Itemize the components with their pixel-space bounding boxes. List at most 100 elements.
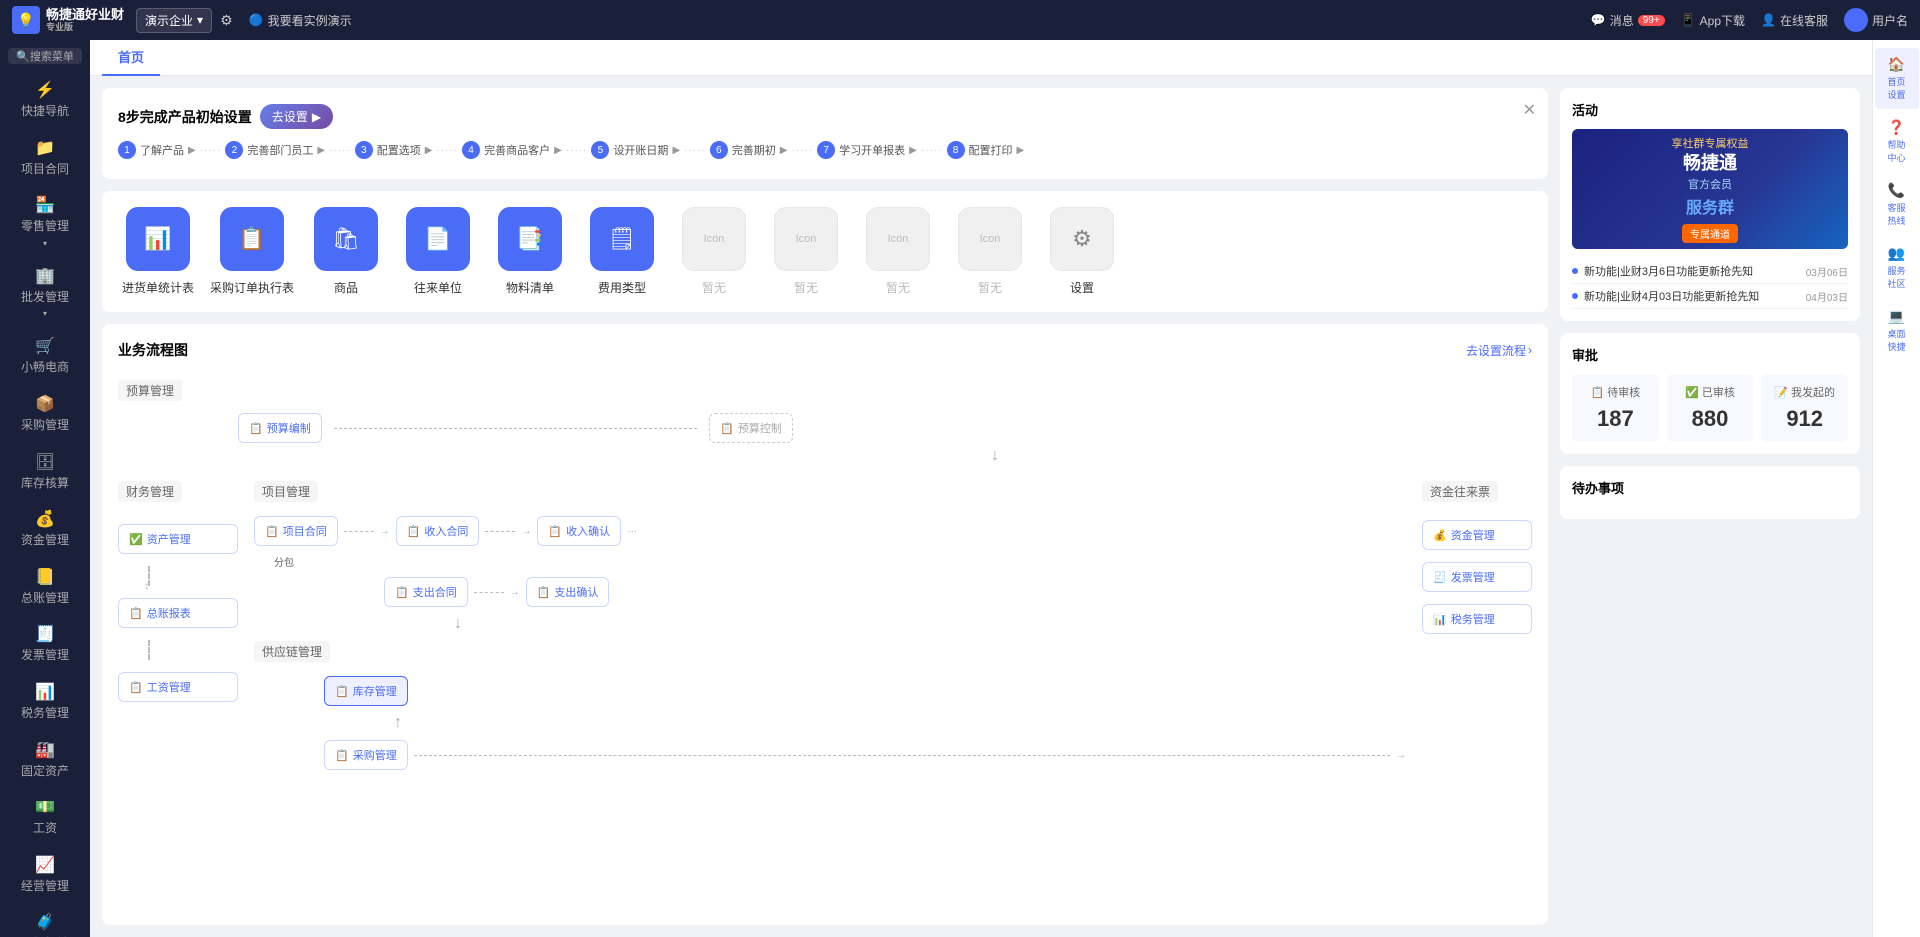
sidebar-item-purchase[interactable]: 📦 采购管理 <box>6 386 84 442</box>
user-avatar[interactable]: 用户名 <box>1844 8 1908 32</box>
project-contract-node[interactable]: 📋 项目合同 <box>254 516 338 546</box>
expense-confirm-node[interactable]: 📋 支出确认 <box>526 577 610 607</box>
app-download-button[interactable]: 📱 App下载 <box>1681 12 1745 29</box>
ledger-report-node[interactable]: 📋 总账报表 <box>118 598 238 628</box>
setup-go-button[interactable]: 去设置 ▶ <box>260 104 333 129</box>
settings-icon[interactable]: ⚙ <box>220 12 233 29</box>
setup-step-1[interactable]: 1 了解产品 ▶ <box>118 141 196 159</box>
play-icon: ▶ <box>425 145 433 156</box>
sidebar-item-payroll[interactable]: 💵 工资 <box>6 789 84 845</box>
sidebar-item-expense[interactable]: 🧳 小畅报销 <box>6 904 84 937</box>
income-contract-node[interactable]: 📋 收入合同 <box>396 516 480 546</box>
icon-settings[interactable]: ⚙ 设置 <box>1042 207 1122 296</box>
company-selector[interactable]: 演示企业 ▾ <box>136 8 212 33</box>
step-num: 4 <box>462 141 480 159</box>
purchase-row: 📋 采购管理 → <box>254 740 1406 770</box>
budget-control-node[interactable]: 📋 预算控制 <box>709 413 793 443</box>
step-num: 2 <box>225 141 243 159</box>
icon-purchase-order[interactable]: 📋 采购订单执行表 <box>210 207 294 296</box>
setup-step-6[interactable]: 6 完善期初 ▶ <box>710 141 788 159</box>
icon-label: 费用类型 <box>598 279 646 296</box>
step-label: 完善期初 <box>732 142 776 158</box>
search-menu[interactable]: 🔍 搜索菜单 <box>8 48 82 64</box>
payroll-mgmt-node[interactable]: 📋 工资管理 <box>118 672 238 702</box>
setup-step-3[interactable]: 3 配置选项 ▶ <box>355 141 433 159</box>
play-icon: ▶ <box>909 145 917 156</box>
icon-label: 物料清单 <box>506 279 554 296</box>
income-confirm-node[interactable]: 📋 收入确认 <box>537 516 621 546</box>
flow-section-title: 业务流程图 <box>118 340 188 360</box>
news-date: 03月06日 <box>1806 264 1848 279</box>
mini-item-community[interactable]: 👥 服务社区 <box>1875 237 1919 298</box>
sidebar-item-retail[interactable]: 🏪 零售管理 ▾ <box>6 187 84 256</box>
icon-box: Icon <box>682 207 746 271</box>
inventory-row: 📋 库存管理 <box>254 676 1406 706</box>
icon-empty-3[interactable]: Icon 暂无 <box>858 207 938 296</box>
node-label: 预算编制 <box>267 420 311 436</box>
sidebar-item-wholesale[interactable]: 🏢 批发管理 ▾ <box>6 258 84 327</box>
sub-label: 分包 <box>254 554 1406 569</box>
approval-pending[interactable]: 📋 待审核 187 <box>1572 374 1659 442</box>
approval-done[interactable]: ✅ 已审核 880 <box>1667 374 1754 442</box>
node-label: 税务管理 <box>1451 611 1495 627</box>
icon-label: 采购订单执行表 <box>210 279 294 296</box>
approval-title: 审批 <box>1572 345 1848 364</box>
purchase-mgmt-node[interactable]: 📋 采购管理 <box>324 740 408 770</box>
expense-contract-node[interactable]: 📋 支出合同 <box>384 577 468 607</box>
icon-box: 📋 <box>220 207 284 271</box>
setup-step-2[interactable]: 2 完善部门员工 ▶ <box>225 141 325 159</box>
message-button[interactable]: 💬 消息 99+ <box>1591 12 1665 29</box>
sidebar-item-ecommerce[interactable]: 🛒 小畅电商 <box>6 328 84 384</box>
tax-mgmt-node[interactable]: 📊 税务管理 <box>1422 604 1532 634</box>
setup-banner: 8步完成产品初始设置 去设置 ▶ ✕ 1 了解产品 ▶ <box>102 88 1548 179</box>
mini-item-help[interactable]: ❓ 帮助中心 <box>1875 111 1919 172</box>
sidebar-item-invoice[interactable]: 🧾 发票管理 <box>6 616 84 672</box>
mini-item-hotline[interactable]: 📞 客服热线 <box>1875 174 1919 235</box>
icon-stock-report[interactable]: 📊 进货单统计表 <box>118 207 198 296</box>
help-icon: ❓ <box>1888 119 1905 136</box>
sidebar-item-finance[interactable]: 💰 资金管理 <box>6 501 84 557</box>
sidebar-item-quick-nav[interactable]: ⚡ 快捷导航 <box>6 72 84 128</box>
dashed-line-long <box>414 755 1390 756</box>
node-label: 收入合同 <box>424 523 468 539</box>
inventory-mgmt-node[interactable]: 📋 库存管理 <box>324 676 408 706</box>
capital-mgmt-node[interactable]: 💰 资金管理 <box>1422 520 1532 550</box>
icon-empty-1[interactable]: Icon 暂无 <box>674 207 754 296</box>
tab-bar: 首页 <box>90 40 1872 76</box>
tab-home[interactable]: 首页 <box>102 40 160 76</box>
icon-partner[interactable]: 📄 往来单位 <box>398 207 478 296</box>
setup-step-4[interactable]: 4 完善商品客户 ▶ <box>462 141 562 159</box>
play-icon: ▶ <box>780 145 788 156</box>
demo-link[interactable]: 🔵 我要看实例演示 <box>249 12 352 29</box>
icon-expense-type[interactable]: 🗒 费用类型 <box>582 207 662 296</box>
flow-settings-link[interactable]: 去设置流程 › <box>1466 342 1532 359</box>
setup-step-8[interactable]: 8 配置打印 ▶ <box>947 141 1025 159</box>
down-arrow2: ↓ <box>254 615 1406 633</box>
sidebar-item-fixed-assets[interactable]: 🏭 固定资产 <box>6 732 84 788</box>
asset-mgmt-node[interactable]: ✅ 资产管理 <box>118 524 238 554</box>
budget-formulation-node[interactable]: 📋 预算编制 <box>238 413 322 443</box>
setup-close-button[interactable]: ✕ <box>1523 100 1536 120</box>
icon-goods[interactable]: 🛍 商品 <box>306 207 386 296</box>
step-label: 完善商品客户 <box>484 142 550 158</box>
setup-step-5[interactable]: 5 设开账日期 ▶ <box>591 141 680 159</box>
sidebar-item-project-contract[interactable]: 📁 项目合同 <box>6 130 84 186</box>
sidebar-item-ledger[interactable]: 📒 总账管理 <box>6 559 84 615</box>
mini-item-home[interactable]: 🏠 首页设置 <box>1875 48 1919 109</box>
sidebar-item-operations[interactable]: 📈 经营管理 <box>6 847 84 903</box>
sidebar-item-label: 经营管理 <box>21 879 69 895</box>
icon-empty-2[interactable]: Icon 暂无 <box>766 207 846 296</box>
approval-mine[interactable]: 📝 我发起的 912 <box>1761 374 1848 442</box>
wholesale-icon: 🏢 <box>35 266 55 286</box>
icon-bom[interactable]: 📑 物料清单 <box>490 207 570 296</box>
sidebar-item-tax[interactable]: 📊 税务管理 <box>6 674 84 730</box>
mini-item-desktop[interactable]: 💻 桌面快捷 <box>1875 300 1919 361</box>
invoice-icon: 🧾 <box>35 624 55 644</box>
step-separator: ····· <box>684 145 706 156</box>
sidebar-item-inventory[interactable]: 🗄 库存核算 <box>6 444 84 500</box>
icon-empty-4[interactable]: Icon 暂无 <box>950 207 1030 296</box>
banner-btn[interactable]: 专属通道 <box>1682 224 1738 243</box>
invoice-mgmt-node[interactable]: 🧾 发票管理 <box>1422 562 1532 592</box>
setup-step-7[interactable]: 7 学习开单报表 ▶ <box>817 141 917 159</box>
online-service-button[interactable]: 👤 在线客服 <box>1761 12 1828 29</box>
